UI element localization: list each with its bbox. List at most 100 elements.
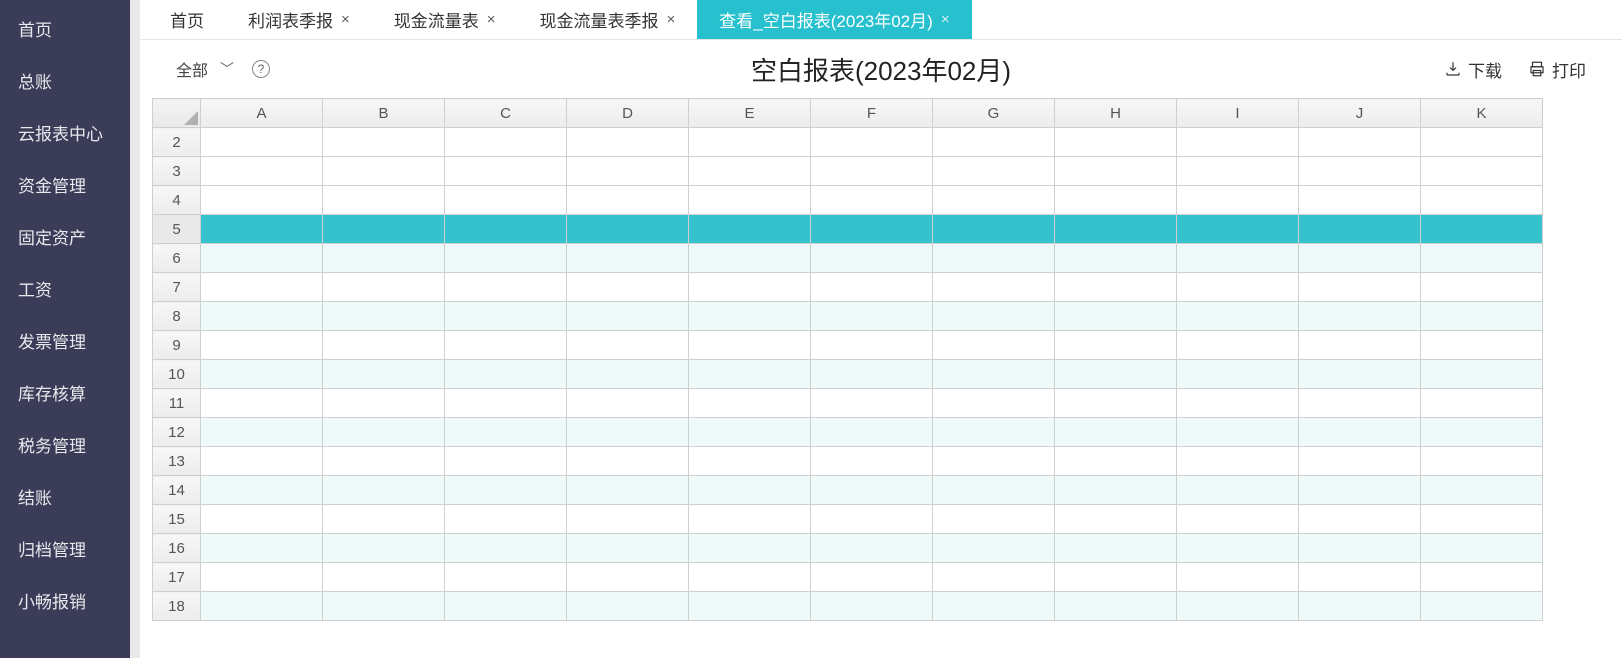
cell[interactable]: [1421, 476, 1543, 505]
cell[interactable]: [811, 476, 933, 505]
cell[interactable]: [1299, 128, 1421, 157]
tab-view-blank-report[interactable]: 查看_空白报表(2023年02月)×: [697, 0, 971, 39]
cell[interactable]: [1299, 563, 1421, 592]
cell[interactable]: [1055, 563, 1177, 592]
cell[interactable]: [933, 244, 1055, 273]
tab-profit-quarter[interactable]: 利润表季报×: [226, 0, 372, 39]
cell[interactable]: [1421, 302, 1543, 331]
cell[interactable]: [201, 302, 323, 331]
cell[interactable]: [1055, 128, 1177, 157]
row-header[interactable]: 18: [153, 592, 201, 621]
row-header[interactable]: 7: [153, 273, 201, 302]
cell[interactable]: [1299, 273, 1421, 302]
cell[interactable]: [323, 128, 445, 157]
cell[interactable]: [567, 447, 689, 476]
row-header[interactable]: 3: [153, 157, 201, 186]
tab-cashflow[interactable]: 现金流量表×: [372, 0, 518, 39]
cell[interactable]: [689, 476, 811, 505]
cell[interactable]: [1299, 186, 1421, 215]
cell[interactable]: [811, 215, 933, 244]
cell[interactable]: [445, 215, 567, 244]
cell[interactable]: [933, 157, 1055, 186]
close-icon[interactable]: ×: [941, 11, 950, 28]
cell[interactable]: [1299, 215, 1421, 244]
cell[interactable]: [567, 360, 689, 389]
column-header[interactable]: B: [323, 99, 445, 128]
cell[interactable]: [323, 534, 445, 563]
cell[interactable]: [933, 331, 1055, 360]
cell[interactable]: [811, 273, 933, 302]
cell[interactable]: [1299, 389, 1421, 418]
cell[interactable]: [1055, 157, 1177, 186]
cell[interactable]: [1055, 302, 1177, 331]
close-icon[interactable]: ×: [487, 11, 496, 28]
cell[interactable]: [201, 215, 323, 244]
cell[interactable]: [1421, 505, 1543, 534]
cell[interactable]: [445, 563, 567, 592]
cell[interactable]: [567, 592, 689, 621]
cell[interactable]: [1177, 418, 1299, 447]
sidebar-item-expense[interactable]: 小畅报销: [0, 574, 130, 626]
cell[interactable]: [1177, 505, 1299, 534]
cell[interactable]: [445, 534, 567, 563]
row-header[interactable]: 12: [153, 418, 201, 447]
cell[interactable]: [1421, 447, 1543, 476]
cell[interactable]: [201, 389, 323, 418]
cell[interactable]: [811, 360, 933, 389]
cell[interactable]: [1177, 244, 1299, 273]
cell[interactable]: [567, 534, 689, 563]
row-header[interactable]: 15: [153, 505, 201, 534]
tab-cashflow-quarter[interactable]: 现金流量表季报×: [518, 0, 698, 39]
sidebar-item-invoice[interactable]: 发票管理: [0, 314, 130, 366]
cell[interactable]: [689, 302, 811, 331]
cell[interactable]: [811, 447, 933, 476]
cell[interactable]: [1177, 302, 1299, 331]
cell[interactable]: [323, 157, 445, 186]
cell[interactable]: [689, 186, 811, 215]
cell[interactable]: [567, 563, 689, 592]
sidebar-item-fixed-assets[interactable]: 固定资产: [0, 210, 130, 262]
column-header[interactable]: D: [567, 99, 689, 128]
cell[interactable]: [445, 360, 567, 389]
cell[interactable]: [201, 447, 323, 476]
cell[interactable]: [567, 128, 689, 157]
cell[interactable]: [933, 476, 1055, 505]
cell[interactable]: [811, 563, 933, 592]
cell[interactable]: [933, 360, 1055, 389]
cell[interactable]: [1299, 360, 1421, 389]
cell[interactable]: [1299, 592, 1421, 621]
spreadsheet[interactable]: ABCDEFGHIJK23456789101112131415161718: [140, 98, 1622, 658]
sidebar-item-closing[interactable]: 结账: [0, 470, 130, 522]
cell[interactable]: [689, 157, 811, 186]
cell[interactable]: [445, 331, 567, 360]
cell[interactable]: [1299, 244, 1421, 273]
cell[interactable]: [1299, 476, 1421, 505]
cell[interactable]: [933, 128, 1055, 157]
cell[interactable]: [1299, 418, 1421, 447]
sidebar-item-funds[interactable]: 资金管理: [0, 158, 130, 210]
row-header[interactable]: 13: [153, 447, 201, 476]
cell[interactable]: [689, 389, 811, 418]
cell[interactable]: [323, 331, 445, 360]
tab-home[interactable]: 首页: [148, 0, 226, 39]
cell[interactable]: [1421, 331, 1543, 360]
cell[interactable]: [1055, 215, 1177, 244]
sidebar-item-home[interactable]: 首页: [0, 2, 130, 54]
cell[interactable]: [811, 128, 933, 157]
row-header[interactable]: 8: [153, 302, 201, 331]
cell[interactable]: [689, 273, 811, 302]
close-icon[interactable]: ×: [341, 11, 350, 28]
cell[interactable]: [567, 244, 689, 273]
cell[interactable]: [1299, 505, 1421, 534]
row-header[interactable]: 11: [153, 389, 201, 418]
cell[interactable]: [811, 302, 933, 331]
column-header[interactable]: I: [1177, 99, 1299, 128]
sidebar-item-salary[interactable]: 工资: [0, 262, 130, 314]
cell[interactable]: [1421, 157, 1543, 186]
sidebar-item-archive[interactable]: 归档管理: [0, 522, 130, 574]
cell[interactable]: [1299, 331, 1421, 360]
row-header[interactable]: 2: [153, 128, 201, 157]
cell[interactable]: [445, 273, 567, 302]
cell[interactable]: [1421, 128, 1543, 157]
cell[interactable]: [1421, 360, 1543, 389]
